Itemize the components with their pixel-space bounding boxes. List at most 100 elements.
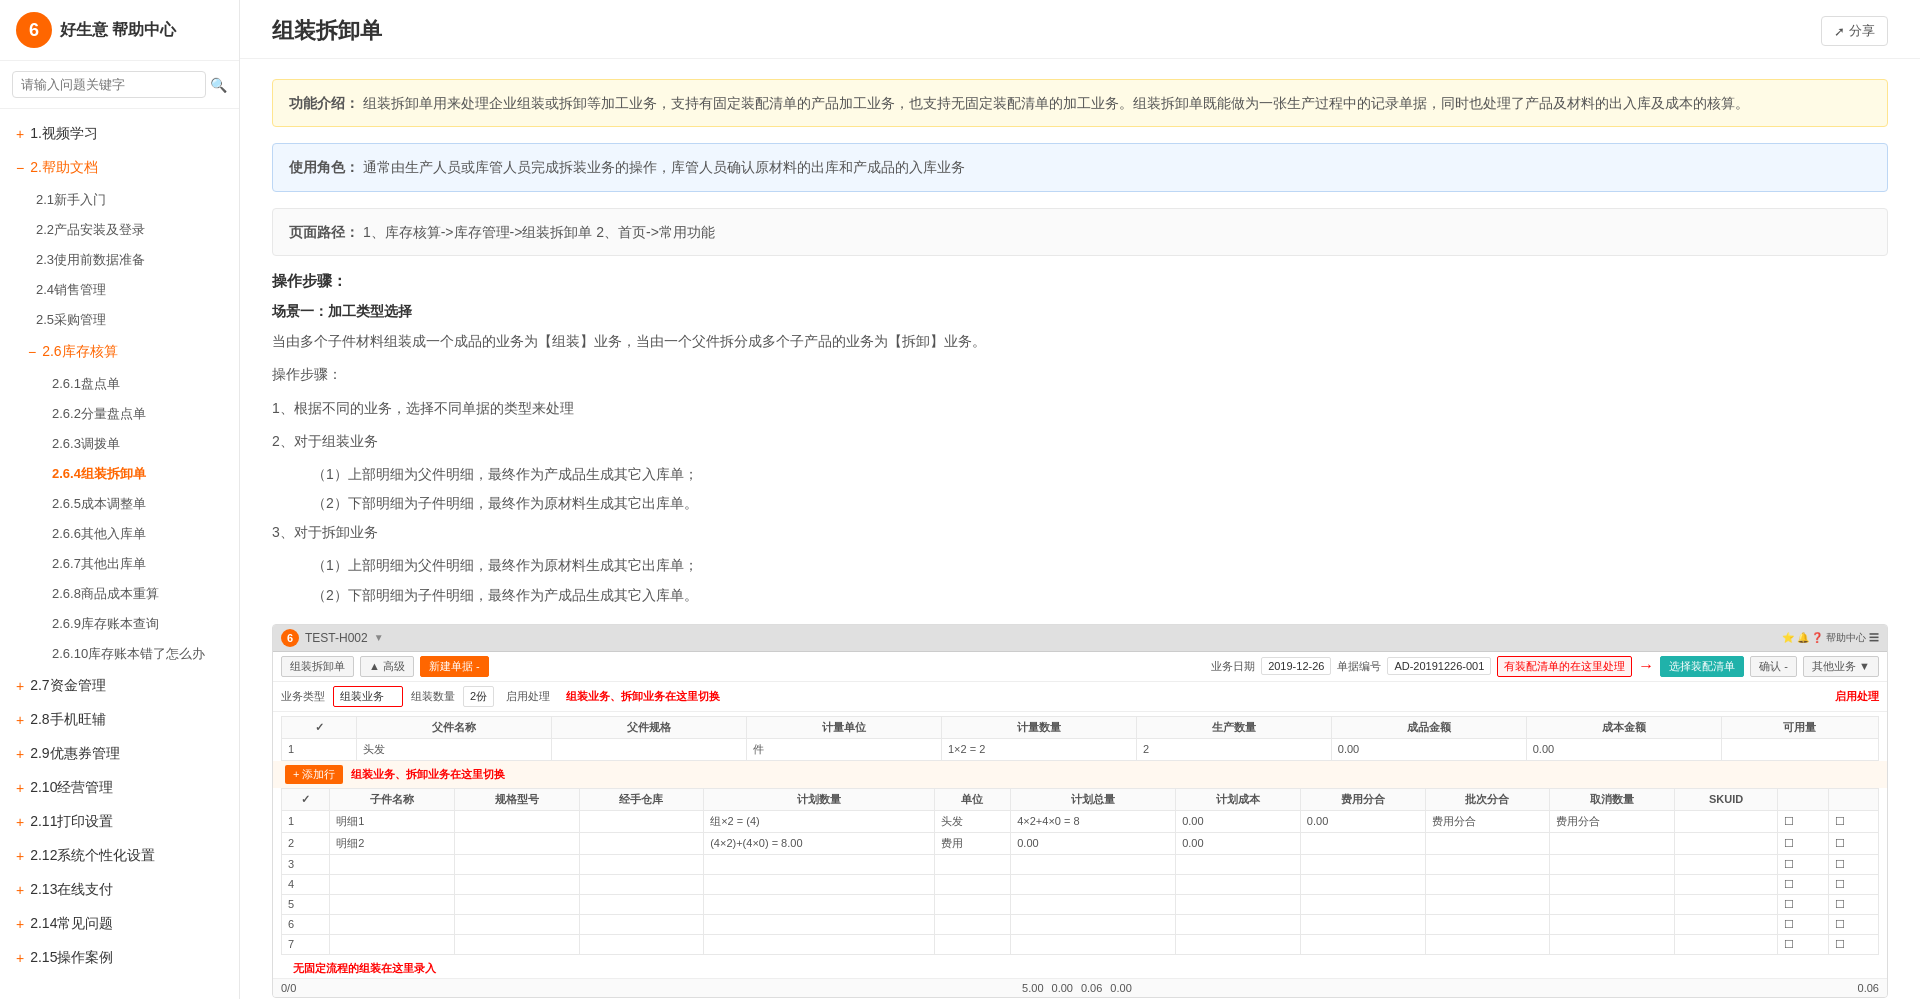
sidebar-item-payment-label: 2.13在线支付 — [30, 881, 113, 899]
mock-bill-val[interactable]: AD-20191226-001 — [1387, 657, 1491, 675]
path-label: 页面路径： — [289, 224, 359, 240]
main-content: 功能介绍： 组装拆卸单用来处理企业组装或拆卸等加工业务，支持有固定装配清单的产品… — [240, 59, 1920, 999]
sidebar-item-cases-label: 2.15操作案例 — [30, 949, 113, 967]
mock-bottom-table: ✓ 子件名称 规格型号 经手仓库 计划数量 单位 计划总量 计划成本 费用分合 … — [281, 788, 1879, 955]
mock-assemble-hint: 组装业务、拆卸业务在这里切换 — [351, 767, 505, 782]
role-box: 使用角色： 通常由生产人员或库管人员完成拆装业务的操作，库管人员确认原材料的出库… — [272, 143, 1888, 191]
sidebar-item-cost-adj[interactable]: 2.6.5成本调整单 — [0, 489, 239, 519]
sidebar-item-purchase[interactable]: 2.5采购管理 — [0, 305, 239, 335]
mock-type-val[interactable]: 组装业务 — [333, 686, 403, 707]
step3-text: 3、对于拆卸业务 — [272, 520, 1888, 545]
mock-add-row-btn[interactable]: + 添加行 — [285, 765, 343, 784]
plus-icon-3: + — [16, 712, 24, 728]
mock-date-label: 业务日期 — [1211, 659, 1255, 674]
mock-btn-confirm[interactable]: 确认 - — [1750, 656, 1797, 677]
mock-red-hint: 有装配清单的在这里处理 — [1497, 656, 1632, 677]
share-icon: ➚ — [1834, 24, 1845, 39]
plus-icon-10: + — [16, 950, 24, 966]
mock-col-product-amt: 成品金额 — [1331, 716, 1526, 738]
sidebar-item-faq-label: 2.14常见问题 — [30, 915, 113, 933]
sidebar-item-finance[interactable]: + 2.7资金管理 — [0, 669, 239, 703]
sidebar-item-inv-error[interactable]: 2.6.10库存账本错了怎么办 — [0, 639, 239, 669]
screenshot-container: 6 TEST-H002 ▼ ⭐ 🔔 ❓ 帮助中心 ☰ 组装拆卸单 ▲ 高级 新建… — [272, 624, 1888, 998]
sidebar: 6 好生意 帮助中心 🔍 + 1.视频学习 − 2.帮助文档 2.1新手入门 2… — [0, 0, 240, 999]
plus-icon-7: + — [16, 848, 24, 864]
steps-intro: 操作步骤： — [272, 362, 1888, 387]
sidebar-item-inv-ledger[interactable]: 2.6.9库存账本查询 — [0, 609, 239, 639]
mock-red-hint2: 组装业务、拆卸业务在这里切换 — [566, 689, 720, 704]
sidebar-item-docs[interactable]: − 2.帮助文档 — [0, 151, 239, 185]
sidebar-item-data-prep[interactable]: 2.3使用前数据准备 — [0, 245, 239, 275]
path-text: 1、库存核算->库存管理->组装拆卸单 2、首页->常用功能 — [363, 224, 715, 240]
mock-red-hint3: 启用处理 — [1835, 689, 1879, 704]
mock-col-qty: 计量数量 — [941, 716, 1136, 738]
step2-2-text: （2）下部明细为子件明细，最终作为原材料生成其它出库单。 — [272, 491, 1888, 516]
plus-icon-8: + — [16, 882, 24, 898]
sidebar-item-cost-recalc[interactable]: 2.6.8商品成本重算 — [0, 579, 239, 609]
mock-col-prod-qty: 生产数量 — [1136, 716, 1331, 738]
sidebar-item-inventory-label: 2.6库存核算 — [42, 343, 117, 361]
sidebar-item-install[interactable]: 2.2产品安装及登录 — [0, 215, 239, 245]
table-row: 4☐☐ — [282, 874, 1879, 894]
mock-count-val[interactable]: 2份 — [463, 686, 494, 707]
mock-date-val[interactable]: 2019-12-26 — [1261, 657, 1331, 675]
sidebar-item-newbie[interactable]: 2.1新手入门 — [0, 185, 239, 215]
mock-btn-more[interactable]: ▲ 高级 — [360, 656, 414, 677]
step3-2-text: （2）下部明细为子件明细，最终作为产成品生成其它入库单。 — [272, 583, 1888, 608]
sidebar-item-mobile-label: 2.8手机旺辅 — [30, 711, 105, 729]
table-row: 2 明细2 (4×2)+(4×0) = 8.00 费用 0.00 0.00 — [282, 832, 1879, 854]
func-intro-box: 功能介绍： 组装拆卸单用来处理企业组装或拆卸等加工业务，支持有固定装配清单的产品… — [272, 79, 1888, 127]
mock-footer: 0/0 5.00 0.00 0.06 0.00 0.06 — [273, 978, 1887, 997]
search-button[interactable]: 🔍 — [210, 77, 227, 93]
sidebar-item-coupon[interactable]: + 2.9优惠券管理 — [0, 737, 239, 771]
mock-store-name: TEST-H002 — [305, 631, 368, 645]
func-intro-text: 组装拆卸单用来处理企业组装或拆卸等加工业务，支持有固定装配清单的产品加工业务，也… — [363, 95, 1749, 111]
sidebar-item-transfer[interactable]: 2.6.3调拨单 — [0, 429, 239, 459]
step2-1-text: （1）上部明细为父件明细，最终作为产成品生成其它入库单； — [272, 462, 1888, 487]
sidebar-item-partial-stock[interactable]: 2.6.2分量盘点单 — [0, 399, 239, 429]
mock-red-hint4: 无固定流程的组装在这里录入 — [293, 961, 436, 976]
page-title: 组装拆卸单 — [272, 16, 382, 46]
sidebar-item-biz[interactable]: + 2.10经营管理 — [0, 771, 239, 805]
share-button[interactable]: ➚ 分享 — [1821, 16, 1888, 46]
sidebar-item-other-in[interactable]: 2.6.6其他入库单 — [0, 519, 239, 549]
table-row: 1 明细1 组×2 = (4) 头发 4×2+4×0 = 8 0.00 0.00… — [282, 810, 1879, 832]
mock-app-logo: 6 — [281, 629, 299, 647]
steps-title: 操作步骤： — [272, 272, 1888, 291]
table-row: 6☐☐ — [282, 914, 1879, 934]
sidebar-item-faq[interactable]: + 2.14常见问题 — [0, 907, 239, 941]
mock-bill-label: 单据编号 — [1337, 659, 1381, 674]
sidebar-item-settings-label: 2.12系统个性化设置 — [30, 847, 155, 865]
mock-btn-new[interactable]: 新建单据 - — [420, 656, 489, 677]
main-area: 组装拆卸单 ➚ 分享 功能介绍： 组装拆卸单用来处理企业组装或拆卸等加工业务，支… — [240, 0, 1920, 999]
sidebar-item-cases[interactable]: + 2.15操作案例 — [0, 941, 239, 975]
mock-col-unit: 计量单位 — [747, 716, 942, 738]
sidebar-item-mobile[interactable]: + 2.8手机旺辅 — [0, 703, 239, 737]
plus-icon-9: + — [16, 916, 24, 932]
sidebar-item-coupon-label: 2.9优惠券管理 — [30, 745, 119, 763]
sidebar-item-settings[interactable]: + 2.12系统个性化设置 — [0, 839, 239, 873]
share-label: 分享 — [1849, 22, 1875, 40]
mock-btn-select[interactable]: 选择装配清单 — [1660, 656, 1744, 677]
sidebar-item-payment[interactable]: + 2.13在线支付 — [0, 873, 239, 907]
step2-text: 2、对于组装业务 — [272, 429, 1888, 454]
sidebar-item-sales[interactable]: 2.4销售管理 — [0, 275, 239, 305]
mock-btn-otherbiz[interactable]: 其他业务 ▼ — [1803, 656, 1879, 677]
plus-icon-4: + — [16, 746, 24, 762]
sidebar-item-print[interactable]: + 2.11打印设置 — [0, 805, 239, 839]
role-label: 使用角色： — [289, 159, 359, 175]
table-row: 1 头发 件 1×2 = 2 2 0.00 0.00 — [282, 738, 1879, 760]
plus-icon: + — [16, 126, 24, 142]
sidebar-item-stocktake[interactable]: 2.6.1盘点单 — [0, 369, 239, 399]
mock-count-label: 组装数量 — [411, 689, 455, 704]
mock-top-table: ✓ 父件名称 父件规格 计量单位 计量数量 生产数量 成品金额 成本金额 可用量 — [281, 716, 1879, 761]
logo-icon: 6 — [16, 12, 52, 48]
mock-col-parent-name: 父件名称 — [357, 716, 552, 738]
sidebar-item-other-out[interactable]: 2.6.7其他出库单 — [0, 549, 239, 579]
sidebar-item-inventory[interactable]: − 2.6库存核算 — [0, 335, 239, 369]
sidebar-item-video[interactable]: + 1.视频学习 — [0, 117, 239, 151]
search-input[interactable] — [12, 71, 206, 98]
scene1-title: 场景一：加工类型选择 — [272, 303, 1888, 321]
sidebar-item-assembly[interactable]: 2.6.4组装拆卸单 — [0, 459, 239, 489]
mock-btn-list[interactable]: 组装拆卸单 — [281, 656, 354, 677]
